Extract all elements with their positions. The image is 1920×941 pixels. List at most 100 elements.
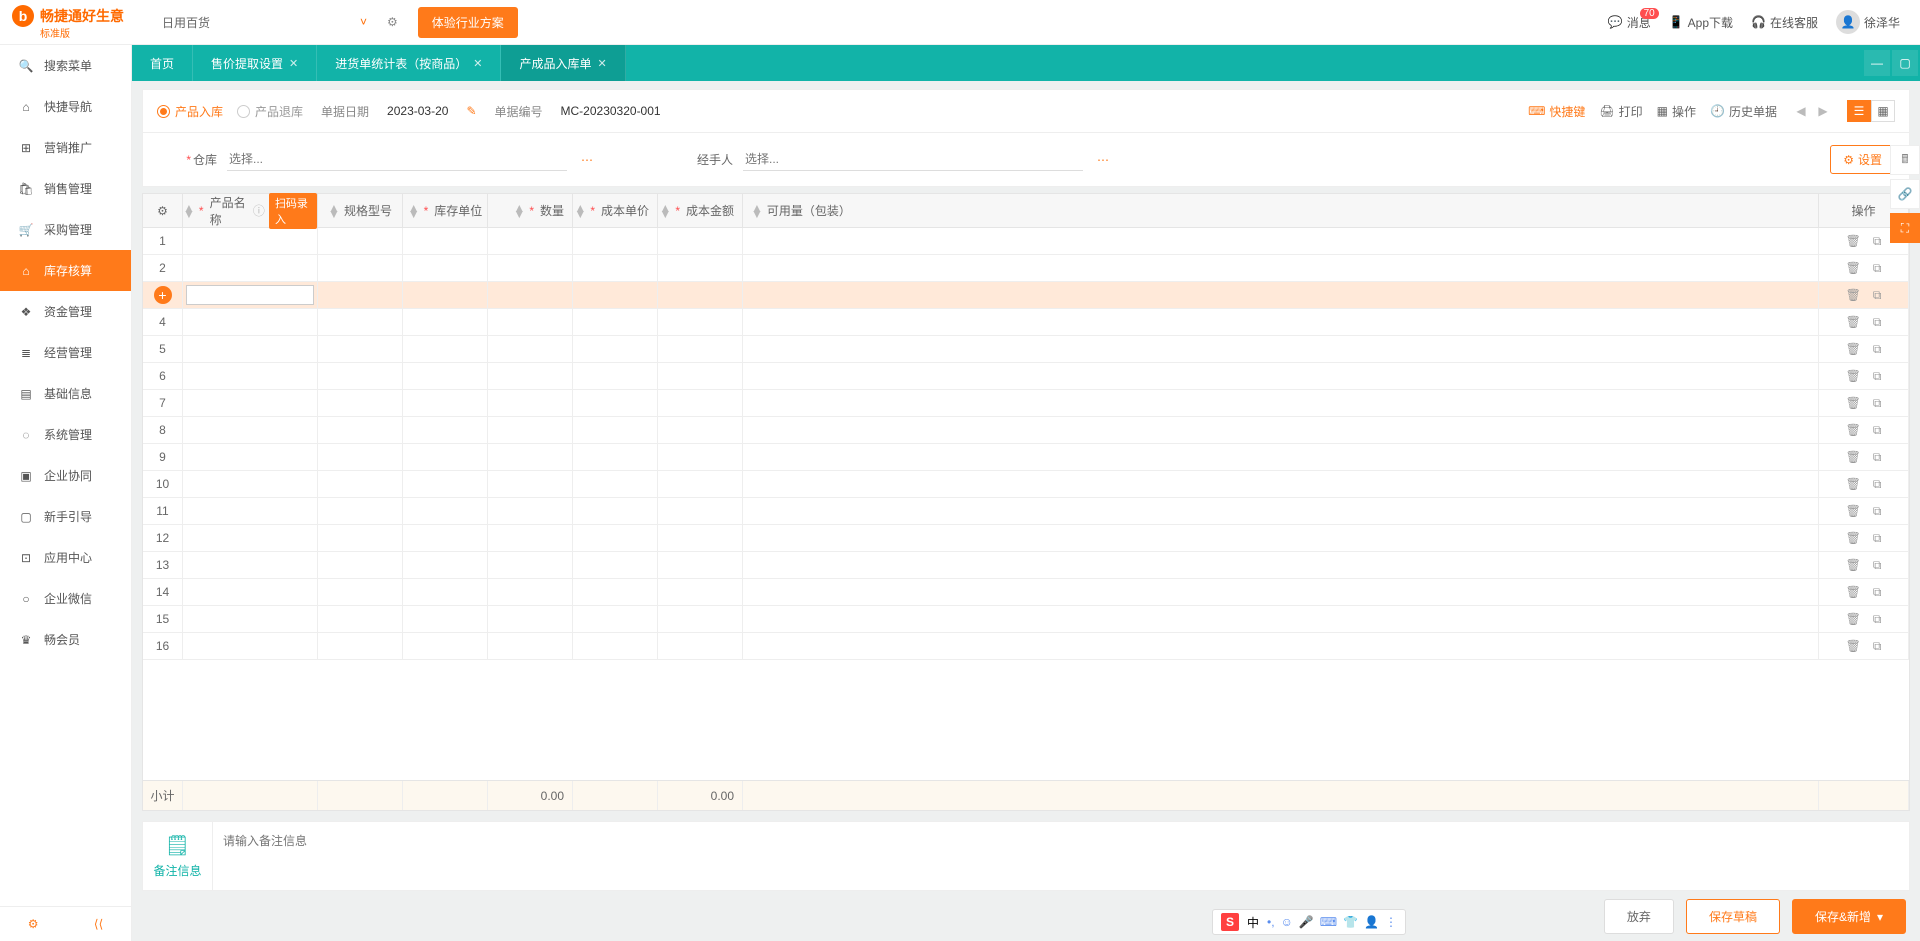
maximize-tab-button[interactable]: ▢ xyxy=(1892,50,1918,76)
copy-row-icon[interactable]: ⧉ xyxy=(1873,504,1882,519)
copy-row-icon[interactable]: ⧉ xyxy=(1873,612,1882,627)
radio-product-in[interactable]: 产品入库 xyxy=(157,103,223,120)
delete-row-icon[interactable]: 🗑 xyxy=(1846,423,1861,438)
delete-row-icon[interactable]: 🗑 xyxy=(1846,531,1861,546)
sidebar-item-13[interactable]: ○企业微信 xyxy=(0,578,131,619)
add-row-button[interactable]: + xyxy=(154,286,172,304)
delete-row-icon[interactable]: 🗑 xyxy=(1846,369,1861,384)
sidebar-item-1[interactable]: ⌂快捷导航 xyxy=(0,86,131,127)
table-row[interactable]: 8🗑⧉ xyxy=(143,417,1909,444)
copy-row-icon[interactable]: ⧉ xyxy=(1873,423,1882,438)
sidebar-item-2[interactable]: ⊞营销推广 xyxy=(0,127,131,168)
copy-row-icon[interactable]: ⧉ xyxy=(1873,369,1882,384)
table-row[interactable]: 16🗑⧉ xyxy=(143,633,1909,660)
table-row[interactable]: 5🗑⧉ xyxy=(143,336,1909,363)
copy-row-icon[interactable]: ⧉ xyxy=(1873,477,1882,492)
radio-product-out[interactable]: 产品退库 xyxy=(237,103,303,120)
copy-row-icon[interactable]: ⧉ xyxy=(1873,396,1882,411)
copy-row-icon[interactable]: ⧉ xyxy=(1873,450,1882,465)
delete-row-icon[interactable]: 🗑 xyxy=(1846,315,1861,330)
scan-input-button[interactable]: 扫码录入 xyxy=(269,193,317,229)
try-industry-button[interactable]: 体验行业方案 xyxy=(418,7,518,38)
minimize-tab-button[interactable]: — xyxy=(1864,50,1890,76)
user-menu[interactable]: 👤 徐泽华 xyxy=(1836,10,1900,34)
settings-icon[interactable]: ⚙ xyxy=(28,917,39,931)
copy-row-icon[interactable]: ⧉ xyxy=(1873,288,1882,303)
handler-input[interactable] xyxy=(743,148,1083,171)
sidebar-item-7[interactable]: ≣经营管理 xyxy=(0,332,131,373)
list-view-button[interactable]: ☰ xyxy=(1847,100,1871,122)
delete-row-icon[interactable]: 🗑 xyxy=(1846,504,1861,519)
table-row[interactable]: 14🗑⧉ xyxy=(143,579,1909,606)
copy-row-icon[interactable]: ⧉ xyxy=(1873,639,1882,654)
category-select[interactable]: 日用百货 ˅ ⚙ xyxy=(162,14,398,31)
tab-1[interactable]: 售价提取设置✕ xyxy=(193,45,317,81)
save-new-button[interactable]: 保存&新增▾ xyxy=(1792,899,1906,934)
copy-row-icon[interactable]: ⧉ xyxy=(1873,585,1882,600)
copy-row-icon[interactable]: ⧉ xyxy=(1873,234,1882,249)
delete-row-icon[interactable]: 🗑 xyxy=(1846,585,1861,600)
copy-row-icon[interactable]: ⧉ xyxy=(1873,558,1882,573)
delete-row-icon[interactable]: 🗑 xyxy=(1846,288,1861,303)
sidebar-item-9[interactable]: ◌系统管理 xyxy=(0,414,131,455)
app-download-link[interactable]: 📱 App下载 xyxy=(1669,14,1733,31)
prev-page-button[interactable]: ◀ xyxy=(1791,101,1811,121)
copy-row-icon[interactable]: ⧉ xyxy=(1873,315,1882,330)
remark-input[interactable] xyxy=(213,822,1909,890)
grid-view-button[interactable]: ▦ xyxy=(1871,100,1895,122)
edit-date-icon[interactable]: ✎ xyxy=(466,104,476,118)
table-row[interactable]: 11🗑⧉ xyxy=(143,498,1909,525)
shortcut-link[interactable]: ⌨快捷键 xyxy=(1528,103,1585,120)
table-row[interactable]: 12🗑⧉ xyxy=(143,525,1909,552)
collapse-icon[interactable]: ⟨⟨ xyxy=(94,917,103,931)
history-link[interactable]: 🕘历史单据 xyxy=(1710,103,1777,120)
warehouse-more-icon[interactable]: ⋯ xyxy=(581,153,593,167)
table-row[interactable]: 10🗑⧉ xyxy=(143,471,1909,498)
table-row[interactable]: + 🗑 ⧉ xyxy=(143,282,1909,309)
warehouse-input[interactable] xyxy=(227,148,567,171)
close-icon[interactable]: ✕ xyxy=(598,57,607,70)
copy-row-icon[interactable]: ⧉ xyxy=(1873,342,1882,357)
table-row[interactable]: 13🗑⧉ xyxy=(143,552,1909,579)
delete-row-icon[interactable]: 🗑 xyxy=(1846,396,1861,411)
product-name-input[interactable] xyxy=(186,285,313,305)
delete-row-icon[interactable]: 🗑 xyxy=(1846,639,1861,654)
table-row[interactable]: 9🗑⧉ xyxy=(143,444,1909,471)
tab-3[interactable]: 产成品入库单✕ xyxy=(501,45,625,81)
th-available[interactable]: ▲▼可用量（包装） xyxy=(743,194,1819,227)
rail-expand-icon[interactable]: ⛶ xyxy=(1890,213,1920,243)
handler-more-icon[interactable]: ⋯ xyxy=(1097,153,1109,167)
delete-row-icon[interactable]: 🗑 xyxy=(1846,234,1861,249)
sidebar-item-14[interactable]: ♛畅会员 xyxy=(0,619,131,660)
rail-link-icon[interactable]: 🔗 xyxy=(1890,179,1920,209)
discard-button[interactable]: 放弃 xyxy=(1604,899,1674,934)
th-amount[interactable]: ▲▼*成本金额 xyxy=(658,194,743,227)
th-unit[interactable]: ▲▼*库存单位 xyxy=(403,194,488,227)
tab-2[interactable]: 进货单统计表（按商品）✕ xyxy=(317,45,501,81)
messages-link[interactable]: 💬 消息 70 xyxy=(1608,14,1651,31)
table-row[interactable]: 7🗑⧉ xyxy=(143,390,1909,417)
th-price[interactable]: ▲▼*成本单价 xyxy=(573,194,658,227)
close-icon[interactable]: ✕ xyxy=(473,57,482,70)
sidebar-item-10[interactable]: ▣企业协同 xyxy=(0,455,131,496)
delete-row-icon[interactable]: 🗑 xyxy=(1846,477,1861,492)
th-spec[interactable]: ▲▼规格型号 xyxy=(318,194,403,227)
th-settings[interactable]: ⚙ xyxy=(143,194,183,227)
th-qty[interactable]: ▲▼*数量 xyxy=(488,194,573,227)
delete-row-icon[interactable]: 🗑 xyxy=(1846,342,1861,357)
save-draft-button[interactable]: 保存草稿 xyxy=(1686,899,1780,934)
sidebar-item-0[interactable]: 🔍搜索菜单 xyxy=(0,45,131,86)
table-row[interactable]: 15🗑⧉ xyxy=(143,606,1909,633)
ime-bar[interactable]: S 中 •,☺🎤⌨👕👤⋮ xyxy=(1212,909,1406,935)
sidebar-item-3[interactable]: 🛍销售管理 xyxy=(0,168,131,209)
table-row[interactable]: 6🗑⧉ xyxy=(143,363,1909,390)
sidebar-item-8[interactable]: ▤基础信息 xyxy=(0,373,131,414)
date-value[interactable]: 2023-03-20 xyxy=(387,104,448,118)
print-link[interactable]: 🖨打印 xyxy=(1599,103,1642,120)
delete-row-icon[interactable]: 🗑 xyxy=(1846,450,1861,465)
delete-row-icon[interactable]: 🗑 xyxy=(1846,261,1861,276)
operate-link[interactable]: ▦操作 xyxy=(1657,103,1696,120)
rail-calc-icon[interactable]: 🖩 xyxy=(1890,145,1920,175)
sidebar-item-5[interactable]: ⌂库存核算 xyxy=(0,250,131,291)
tab-0[interactable]: 首页 xyxy=(132,45,193,81)
